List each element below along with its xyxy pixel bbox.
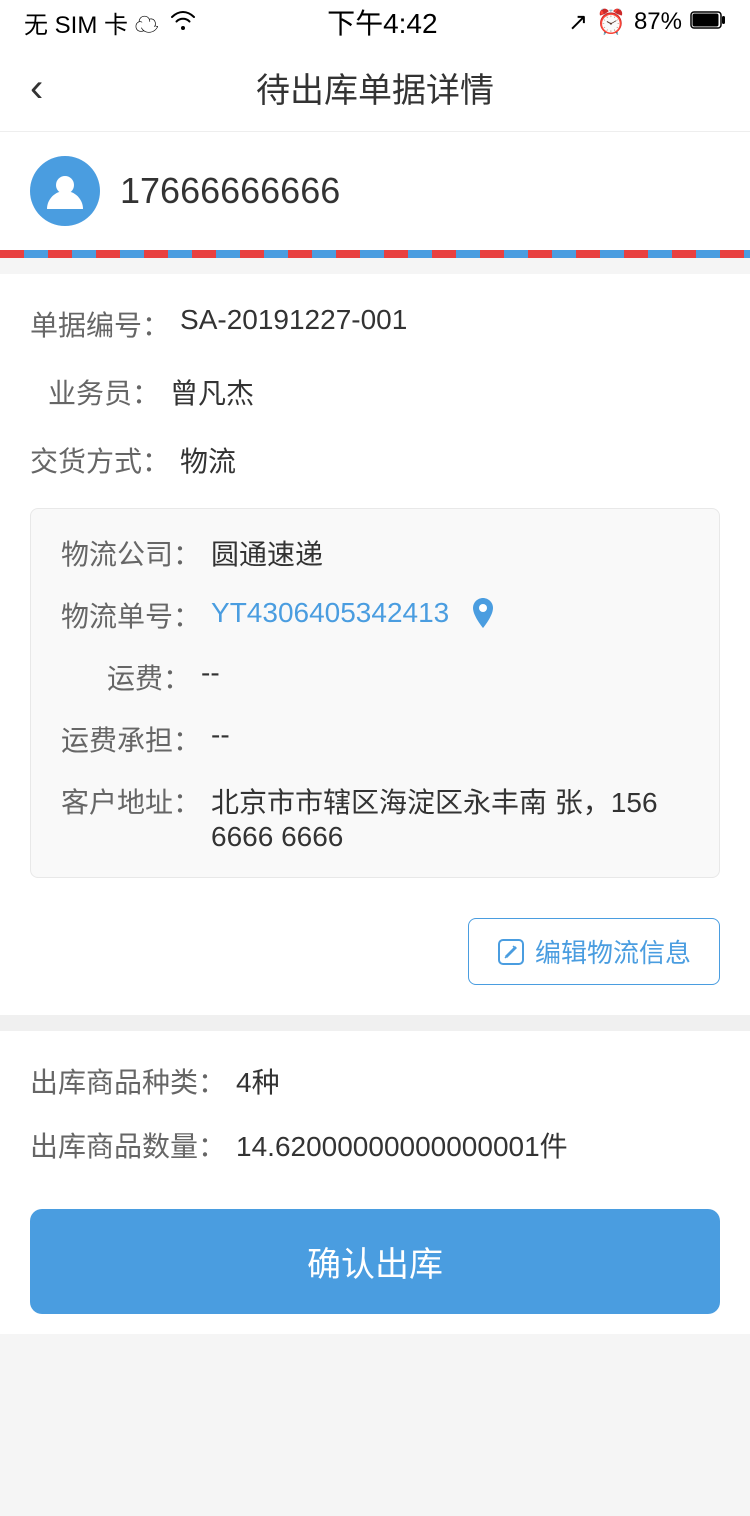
nav-bar: ‹ 待出库单据详情: [0, 44, 750, 132]
goods-quantity-row: 出库商品数量： 14.62000000000000001件: [30, 1125, 720, 1165]
edit-logistics-button[interactable]: 编辑物流信息: [468, 918, 720, 985]
tracking-row-content: YT4306405342413: [211, 595, 501, 631]
logistics-company-value: 圆通速递: [211, 533, 689, 573]
battery-text: 87%: [634, 8, 682, 36]
address-label: 客户地址：: [61, 781, 211, 821]
bottom-spacer: [0, 1316, 750, 1516]
goods-type-row: 出库商品种类： 4种: [30, 1061, 720, 1101]
status-right: ↗ ⏰ 87%: [568, 8, 726, 37]
address-value: 北京市市辖区海淀区永丰南 张，156 6666 6666: [211, 781, 689, 853]
status-time: 下午4:42: [327, 2, 438, 42]
avatar: [30, 156, 100, 226]
dashed-divider: [0, 250, 750, 258]
logistics-company-row: 物流公司： 圆通速递: [61, 533, 689, 573]
goods-quantity-label: 出库商品数量：: [30, 1125, 236, 1165]
tracking-no-label: 物流单号：: [61, 595, 211, 635]
location-active-icon: ↗: [568, 8, 588, 37]
salesman-row: 业务员： 曾凡杰: [30, 372, 720, 412]
freight-bearer-value: --: [211, 719, 689, 751]
status-left: 无 SIM 卡 ☁: [24, 5, 197, 40]
section-divider: [0, 1015, 750, 1031]
wifi-icon: [169, 8, 197, 37]
back-button[interactable]: ‹: [30, 68, 43, 108]
logistics-company-label: 物流公司：: [61, 533, 211, 573]
location-icon[interactable]: [465, 595, 501, 631]
confirm-btn-container: 确认出库: [0, 1189, 750, 1334]
freight-label: 运费：: [61, 657, 201, 697]
delivery-method-value: 物流: [180, 440, 720, 480]
order-no-label: 单据编号：: [30, 304, 180, 344]
status-bar: 无 SIM 卡 ☁ 下午4:42 ↗ ⏰ 87%: [0, 0, 750, 44]
edit-logistics-label: 编辑物流信息: [535, 933, 691, 970]
battery-icon: [690, 8, 726, 36]
goods-type-value: 4种: [236, 1061, 280, 1101]
address-row: 客户地址： 北京市市辖区海淀区永丰南 张，156 6666 6666: [61, 781, 689, 853]
basic-info-section: 单据编号： SA-20191227-001 业务员： 曾凡杰 交货方式： 物流 …: [0, 274, 750, 1015]
tracking-no-row: 物流单号： YT4306405342413: [61, 595, 689, 635]
edit-icon: [497, 938, 525, 966]
customer-phone: 17666666666: [120, 170, 340, 212]
logistics-card: 物流公司： 圆通速递 物流单号： YT4306405342413 运费： -- …: [30, 508, 720, 878]
no-sim-text: 无 SIM 卡 ☁: [24, 5, 159, 40]
freight-bearer-label: 运费承担：: [61, 719, 211, 759]
freight-value: --: [201, 657, 689, 689]
alarm-icon: ⏰: [596, 8, 626, 37]
freight-row: 运费： --: [61, 657, 689, 697]
order-no-value: SA-20191227-001: [180, 304, 720, 336]
freight-bearer-row: 运费承担： --: [61, 719, 689, 759]
goods-quantity-value: 14.62000000000000001件: [236, 1125, 568, 1165]
tracking-no-value: YT4306405342413: [211, 597, 449, 629]
salesman-label: 业务员：: [30, 372, 170, 412]
order-no-row: 单据编号： SA-20191227-001: [30, 304, 720, 344]
delivery-method-label: 交货方式：: [30, 440, 180, 480]
salesman-value: 曾凡杰: [170, 372, 720, 412]
delivery-method-row: 交货方式： 物流: [30, 440, 720, 480]
edit-logistics-btn-container: 编辑物流信息: [30, 898, 720, 1015]
confirm-outbound-button[interactable]: 确认出库: [30, 1209, 720, 1314]
goods-type-label: 出库商品种类：: [30, 1061, 236, 1101]
customer-section: 17666666666: [0, 132, 750, 250]
page-title: 待出库单据详情: [256, 63, 494, 112]
